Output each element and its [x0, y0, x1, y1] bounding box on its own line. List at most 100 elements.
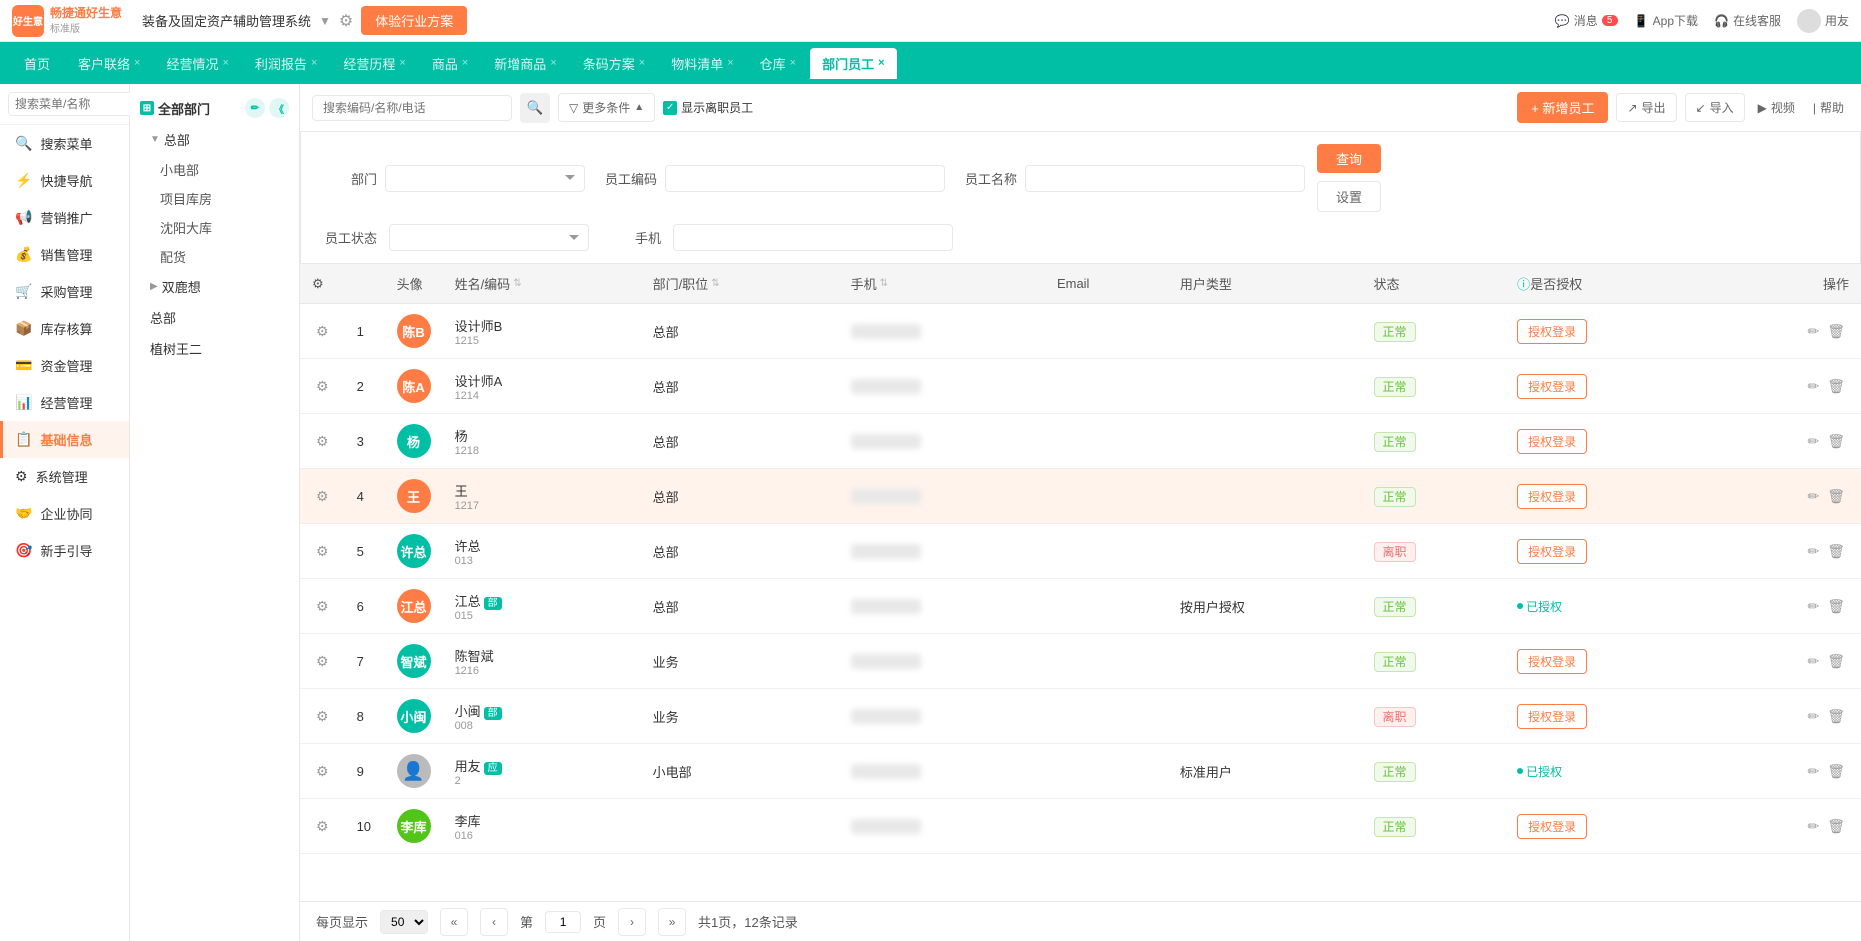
- add-employee-button[interactable]: + 新增员工: [1517, 92, 1608, 123]
- close-icon[interactable]: ×: [878, 57, 884, 69]
- close-icon[interactable]: ×: [790, 57, 796, 69]
- next-page-button[interactable]: ›: [618, 908, 646, 936]
- row-settings-btn[interactable]: ⚙: [312, 486, 333, 507]
- row-settings-btn[interactable]: ⚙: [312, 651, 333, 672]
- sidebar-item-inventory[interactable]: 📦 库存核算: [0, 310, 129, 347]
- delete-button[interactable]: 🗑: [1823, 541, 1849, 562]
- edit-button[interactable]: ✏: [1803, 706, 1823, 727]
- auth-button[interactable]: 授权登录: [1517, 429, 1587, 454]
- edit-button[interactable]: ✏: [1803, 596, 1823, 617]
- edit-button[interactable]: ✏: [1803, 486, 1823, 507]
- first-page-button[interactable]: «: [440, 908, 468, 936]
- close-icon[interactable]: ×: [462, 57, 468, 69]
- help-button[interactable]: | 帮助: [1808, 94, 1849, 121]
- edit-button[interactable]: ✏: [1803, 321, 1823, 342]
- view-button[interactable]: ▶ 视频: [1753, 94, 1800, 121]
- auth-button[interactable]: 授权登录: [1517, 704, 1587, 729]
- row-settings-btn[interactable]: ⚙: [312, 431, 333, 452]
- delete-button[interactable]: 🗑: [1823, 816, 1849, 837]
- row-settings-btn[interactable]: ⚙: [312, 816, 333, 837]
- dept-sub-shenyang[interactable]: 沈阳大库: [130, 213, 299, 242]
- close-icon[interactable]: ×: [399, 57, 405, 69]
- row-settings-btn[interactable]: ⚙: [312, 541, 333, 562]
- sidebar-item-basic[interactable]: 📋 基础信息: [0, 421, 129, 458]
- resigned-checkbox[interactable]: ✓: [663, 101, 677, 115]
- tab-operation-status[interactable]: 经营情况 ×: [154, 48, 240, 79]
- sidebar-item-purchase[interactable]: 🛒 采购管理: [0, 273, 129, 310]
- settings-button[interactable]: 设置: [1317, 181, 1381, 212]
- sidebar-item-system[interactable]: ⚙ 系统管理: [0, 458, 129, 495]
- row-settings-btn[interactable]: ⚙: [312, 596, 333, 617]
- sidebar-item-sales[interactable]: 💰 销售管理: [0, 236, 129, 273]
- sidebar-item-operation[interactable]: 📊 经营管理: [0, 384, 129, 421]
- dept-filter-select[interactable]: [385, 165, 585, 192]
- status-filter-select[interactable]: [389, 224, 589, 251]
- empname-filter-input[interactable]: [1025, 165, 1305, 192]
- tab-warehouse[interactable]: 仓库 ×: [748, 48, 808, 79]
- tab-home[interactable]: 首页: [10, 48, 64, 79]
- auth-button[interactable]: 授权登录: [1517, 374, 1587, 399]
- dept-sub-xiaodian[interactable]: 小电部: [130, 155, 299, 184]
- close-icon[interactable]: ×: [311, 57, 317, 69]
- tab-customer[interactable]: 客户联络 ×: [66, 48, 152, 79]
- import-button[interactable]: ↙ 导入: [1685, 93, 1745, 122]
- edit-button[interactable]: ✏: [1803, 651, 1823, 672]
- prev-page-button[interactable]: ‹: [480, 908, 508, 936]
- close-icon[interactable]: ×: [550, 57, 556, 69]
- dept-sub-peihuo[interactable]: 配货: [130, 242, 299, 271]
- edit-button[interactable]: ✏: [1803, 541, 1823, 562]
- dept-sub-xiangmu[interactable]: 项目库房: [130, 184, 299, 213]
- tab-goods[interactable]: 商品 ×: [420, 48, 480, 79]
- export-button[interactable]: ↗ 导出: [1616, 93, 1676, 122]
- dept-node-shuanglu[interactable]: ▶ 双鹿想: [130, 271, 299, 302]
- sidebar-item-finance[interactable]: 💳 资金管理: [0, 347, 129, 384]
- th-dept[interactable]: 部门/职位 ⇅: [641, 264, 839, 304]
- per-page-select[interactable]: 50: [380, 910, 428, 934]
- close-icon[interactable]: ×: [639, 57, 645, 69]
- search-button[interactable]: 🔍: [520, 93, 550, 123]
- sidebar-item-guide[interactable]: 🎯 新手引导: [0, 532, 129, 569]
- auth-button[interactable]: 授权登录: [1517, 319, 1587, 344]
- edit-button[interactable]: ✏: [1803, 816, 1823, 837]
- tab-barcode[interactable]: 条码方案 ×: [571, 48, 657, 79]
- auth-button[interactable]: 授权登录: [1517, 539, 1587, 564]
- delete-button[interactable]: 🗑: [1823, 761, 1849, 782]
- row-settings-btn[interactable]: ⚙: [312, 321, 333, 342]
- last-page-button[interactable]: »: [658, 908, 686, 936]
- query-button[interactable]: 查询: [1317, 144, 1381, 173]
- edit-button[interactable]: ✏: [1803, 431, 1823, 452]
- delete-button[interactable]: 🗑: [1823, 706, 1849, 727]
- search-input[interactable]: [312, 95, 512, 121]
- delete-button[interactable]: 🗑: [1823, 376, 1849, 397]
- row-settings-btn[interactable]: ⚙: [312, 706, 333, 727]
- row-settings-btn[interactable]: ⚙: [312, 376, 333, 397]
- dept-node-zongbu[interactable]: 总部: [130, 302, 299, 333]
- system-dropdown-arrow[interactable]: ▼: [319, 14, 331, 28]
- user-menu[interactable]: 用友: [1797, 9, 1849, 33]
- tab-dept-staff[interactable]: 部门员工 ×: [810, 48, 896, 79]
- delete-button[interactable]: 🗑: [1823, 596, 1849, 617]
- edit-button[interactable]: ✏: [1803, 376, 1823, 397]
- close-icon[interactable]: ×: [134, 57, 140, 69]
- tab-profit-report[interactable]: 利润报告 ×: [243, 48, 329, 79]
- th-phone[interactable]: 手机 ⇅: [839, 264, 1045, 304]
- delete-button[interactable]: 🗑: [1823, 321, 1849, 342]
- phone-filter-input[interactable]: [673, 224, 953, 251]
- dept-edit-icon[interactable]: ✏: [245, 98, 265, 118]
- auth-button[interactable]: 授权登录: [1517, 649, 1587, 674]
- close-icon[interactable]: ×: [222, 57, 228, 69]
- tab-operation-history[interactable]: 经营历程 ×: [331, 48, 417, 79]
- delete-button[interactable]: 🗑: [1823, 431, 1849, 452]
- delete-button[interactable]: 🗑: [1823, 651, 1849, 672]
- gear-icon[interactable]: ⚙: [339, 11, 353, 31]
- dept-collapse-btn[interactable]: 《: [269, 98, 289, 118]
- th-namecode[interactable]: 姓名/编码 ⇅: [443, 264, 641, 304]
- auth-button[interactable]: 授权登录: [1517, 814, 1587, 839]
- delete-button[interactable]: 🗑: [1823, 486, 1849, 507]
- message-icon-btn[interactable]: 💬 消息 5: [1555, 12, 1618, 29]
- sidebar-item-collab[interactable]: 🤝 企业协同: [0, 495, 129, 532]
- dept-node-headquarters[interactable]: ▼ 总部: [130, 124, 299, 155]
- app-download-btn[interactable]: 📱 App下载: [1634, 12, 1698, 29]
- close-icon[interactable]: ×: [727, 57, 733, 69]
- auth-button[interactable]: 授权登录: [1517, 484, 1587, 509]
